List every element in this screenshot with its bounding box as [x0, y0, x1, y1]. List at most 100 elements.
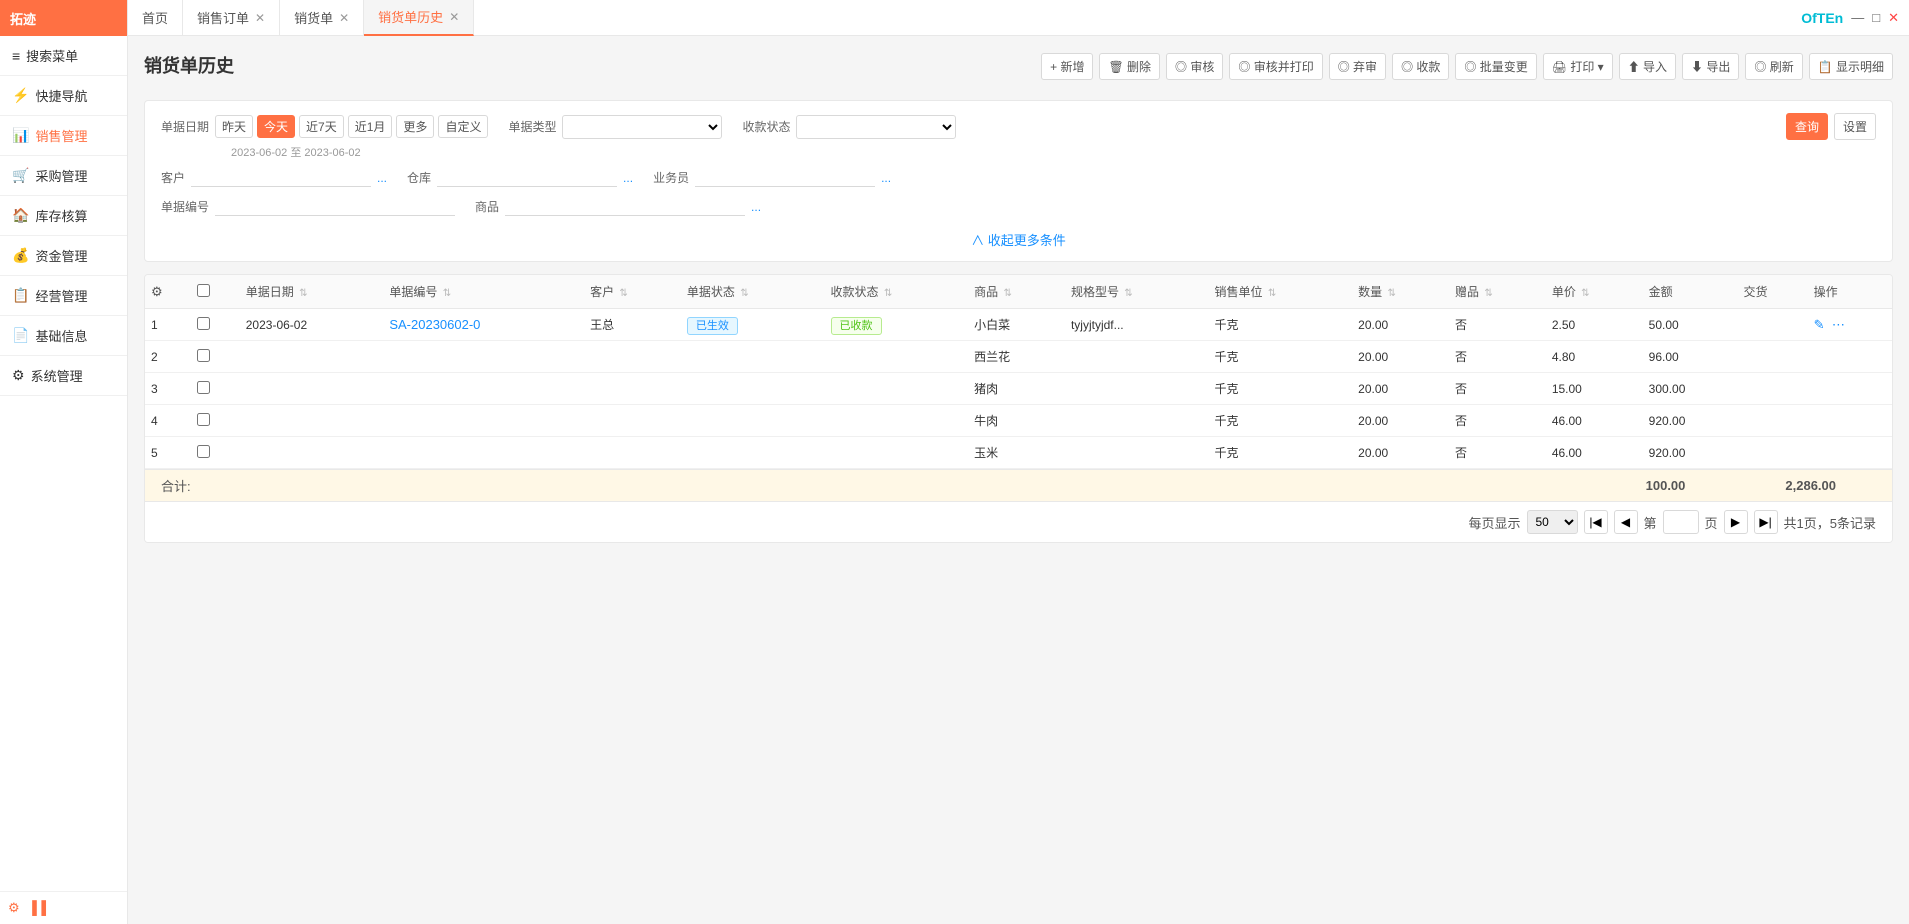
- select-all-checkbox[interactable]: [197, 284, 210, 297]
- cell-doc-no: [383, 373, 584, 405]
- biz-icon: 📋: [12, 287, 29, 304]
- per-page-select[interactable]: 50 100: [1527, 510, 1578, 534]
- collect-button[interactable]: ◎ 收款: [1392, 53, 1449, 80]
- page-number-input[interactable]: 1: [1663, 510, 1699, 534]
- row-checkbox[interactable]: [197, 381, 210, 394]
- collapse-filter[interactable]: ∧ 收起更多条件: [161, 226, 1876, 249]
- sort-gift-icon[interactable]: ⇅: [1484, 288, 1492, 299]
- sort-date-icon[interactable]: ⇅: [299, 288, 307, 299]
- row-checkbox[interactable]: [197, 349, 210, 362]
- page-last-btn[interactable]: ▶|: [1754, 510, 1778, 534]
- cell-spec: [1065, 373, 1209, 405]
- sidebar-item-label: 库存核算: [35, 206, 87, 225]
- edit-action[interactable]: ✎: [1814, 317, 1825, 332]
- sidebar-item-sales[interactable]: 📊 销售管理: [0, 116, 127, 156]
- sort-qty-icon[interactable]: ⇅: [1387, 288, 1395, 299]
- date-btn-1month[interactable]: 近1月: [348, 115, 393, 138]
- refresh-button[interactable]: ◎ 刷新: [1745, 53, 1802, 80]
- col-amount: 金额: [1643, 275, 1738, 309]
- sidebar-item-basic[interactable]: 📄 基础信息: [0, 316, 127, 356]
- tab-sales-history[interactable]: 销货单历史 ✕: [364, 0, 474, 36]
- product-input[interactable]: [505, 197, 745, 216]
- audit-print-button[interactable]: ◎ 审核并打印: [1229, 53, 1322, 80]
- date-btn-yesterday[interactable]: 昨天: [215, 115, 253, 138]
- tab-sales-order[interactable]: 销售订单 ✕: [183, 0, 280, 36]
- doc-number-input[interactable]: [215, 197, 455, 216]
- sidebar-bottom-icon2[interactable]: ▐▐: [28, 900, 46, 916]
- import-button[interactable]: ⬆ 导入: [1619, 53, 1676, 80]
- warehouse-input[interactable]: [437, 168, 617, 187]
- close-tab-sales-history[interactable]: ✕: [449, 10, 459, 24]
- sort-docno-icon[interactable]: ⇅: [443, 288, 451, 299]
- sidebar-item-quick-nav[interactable]: ⚡ 快捷导航: [0, 76, 127, 116]
- date-btn-7days[interactable]: 近7天: [299, 115, 344, 138]
- export-button[interactable]: ⬇ 导出: [1682, 53, 1739, 80]
- row-checkbox[interactable]: [197, 445, 210, 458]
- cell-unit: 千克: [1209, 405, 1353, 437]
- delete-button[interactable]: 🗑 删除: [1099, 53, 1160, 80]
- date-btn-custom[interactable]: 自定义: [438, 115, 488, 138]
- settings-button[interactable]: 设置: [1834, 113, 1876, 140]
- date-btn-more[interactable]: 更多: [396, 115, 434, 138]
- tab-sales-goods[interactable]: 销货单 ✕: [280, 0, 364, 36]
- payment-status-select[interactable]: [796, 115, 956, 139]
- salesperson-input[interactable]: [695, 168, 875, 187]
- window-minimize[interactable]: —: [1851, 10, 1864, 25]
- col-action: 操作: [1808, 275, 1892, 309]
- customer-input[interactable]: [191, 168, 371, 187]
- sidebar-bottom-icon1[interactable]: ⚙: [8, 900, 20, 916]
- audit-button[interactable]: ◎ 审核: [1166, 53, 1223, 80]
- page-next-btn[interactable]: ▶: [1724, 510, 1748, 534]
- product-ellipsis[interactable]: ...: [751, 200, 761, 214]
- add-button[interactable]: + 新增: [1041, 53, 1093, 80]
- sidebar-item-fund[interactable]: 💰 资金管理: [0, 236, 127, 276]
- tab-home[interactable]: 首页: [128, 0, 183, 36]
- close-tab-sales-order[interactable]: ✕: [255, 11, 265, 25]
- col-unit: 销售单位 ⇅: [1209, 275, 1353, 309]
- salesperson-ellipsis[interactable]: ...: [881, 171, 891, 185]
- sidebar-item-inventory[interactable]: 🏠 库存核算: [0, 196, 127, 236]
- date-btn-today[interactable]: 今天: [257, 115, 295, 138]
- sidebar-item-biz[interactable]: 📋 经营管理: [0, 276, 127, 316]
- cell-product: 玉米: [968, 437, 1065, 469]
- sort-product-icon[interactable]: ⇅: [1003, 288, 1011, 299]
- page-first-btn[interactable]: |◀: [1584, 510, 1608, 534]
- more-action[interactable]: ⋯: [1832, 317, 1845, 332]
- warehouse-ellipsis[interactable]: ...: [623, 171, 633, 185]
- sort-docstatus-icon[interactable]: ⇅: [740, 288, 748, 299]
- cell-spec: [1065, 405, 1209, 437]
- settings-icon[interactable]: ⚙: [151, 284, 163, 299]
- date-filter-buttons: 昨天 今天 近7天 近1月 更多 自定义: [215, 115, 488, 138]
- sort-paystatus-icon[interactable]: ⇅: [884, 288, 892, 299]
- date-filter-label: 单据日期: [161, 118, 209, 135]
- window-maximize[interactable]: □: [1872, 10, 1880, 25]
- sort-unit-icon[interactable]: ⇅: [1268, 288, 1276, 299]
- customer-ellipsis[interactable]: ...: [377, 171, 387, 185]
- cell-checkbox: [191, 437, 240, 469]
- query-button[interactable]: 查询: [1786, 113, 1828, 140]
- sort-customer-icon[interactable]: ⇅: [619, 288, 627, 299]
- show-detail-button[interactable]: 📋 显示明细: [1809, 53, 1893, 80]
- close-tab-sales-goods[interactable]: ✕: [339, 11, 349, 25]
- sort-spec-icon[interactable]: ⇅: [1124, 288, 1132, 299]
- row-checkbox[interactable]: [197, 317, 210, 330]
- window-close[interactable]: ✕: [1888, 10, 1899, 26]
- product-filter: 商品 ...: [475, 197, 761, 216]
- col-settings[interactable]: ⚙: [145, 275, 191, 309]
- page-suffix: 页: [1705, 513, 1718, 532]
- doc-type-select[interactable]: [562, 115, 722, 139]
- print-button[interactable]: 🖨 打印 ▾: [1543, 53, 1613, 80]
- doc-no-link[interactable]: SA-20230602-0: [389, 317, 480, 332]
- sidebar-item-purchase[interactable]: 🛒 采购管理: [0, 156, 127, 196]
- page-prev-btn[interactable]: ◀: [1614, 510, 1638, 534]
- sidebar-item-sys[interactable]: ⚙ 系统管理: [0, 356, 127, 396]
- payment-status-label: 收款状态: [742, 118, 790, 135]
- row-checkbox[interactable]: [197, 413, 210, 426]
- cell-spec: tyjyjtyjdf...: [1065, 309, 1209, 341]
- sidebar-item-search[interactable]: ≡ 搜索菜单: [0, 36, 127, 76]
- batch-change-button[interactable]: ◎ 批量变更: [1455, 53, 1536, 80]
- col-checkbox: [191, 275, 240, 309]
- sort-price-icon[interactable]: ⇅: [1581, 288, 1589, 299]
- cell-trade: [1738, 309, 1808, 341]
- discard-button[interactable]: ◎ 弃审: [1329, 53, 1386, 80]
